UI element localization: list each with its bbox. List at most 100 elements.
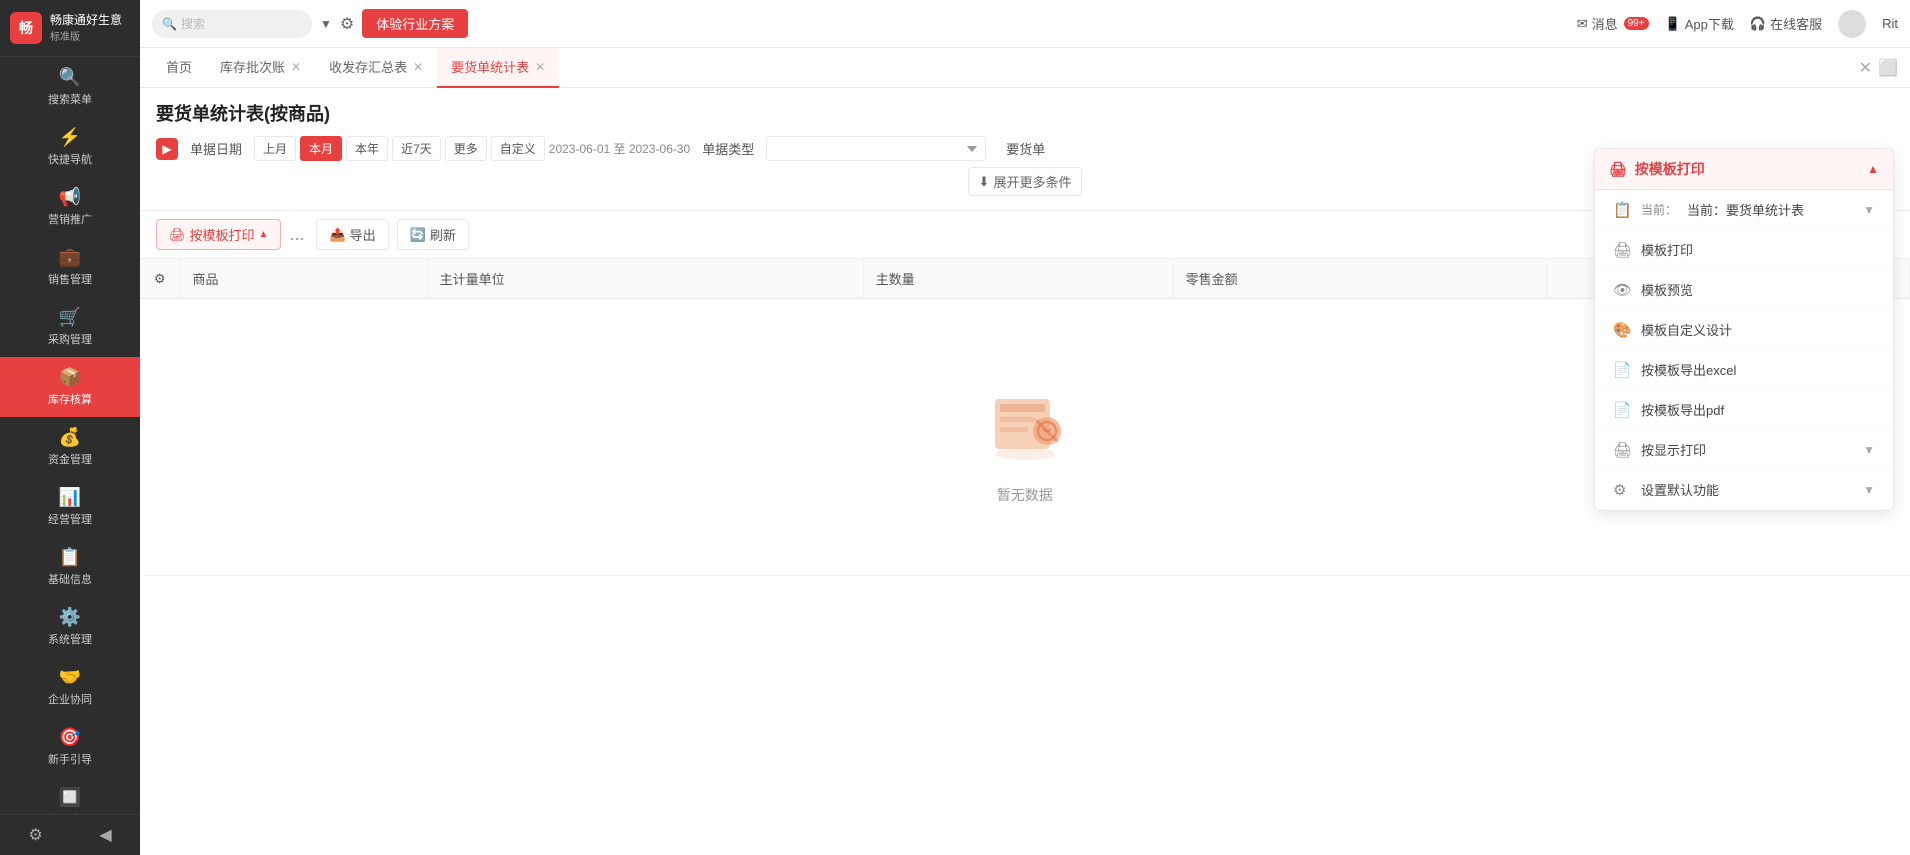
- topbar-gear-icon[interactable]: ⚙: [340, 14, 354, 34]
- topbar-left: 🔍 搜索 ▼ ⚙ 体验行业方案: [152, 9, 468, 38]
- page-header: 要货单统计表(按商品): [140, 88, 1910, 136]
- guide-label: 新手引导: [48, 751, 92, 767]
- current-template-name: 当前：要货单统计表: [1687, 200, 1804, 219]
- col-product: 商品: [180, 259, 427, 299]
- sidebar-item-system[interactable]: ⚙️ 系统管理: [0, 597, 140, 657]
- finance-icon: 💰: [59, 427, 81, 448]
- inventory-icon: 📦: [59, 367, 81, 388]
- avatar[interactable]: [1838, 10, 1866, 38]
- page-title: 要货单统计表(按商品): [156, 100, 1894, 126]
- template-preview-item[interactable]: 👁 模板预览: [1595, 270, 1893, 310]
- sidebar-item-shortcut[interactable]: ⚡ 快捷导航: [0, 117, 140, 177]
- sidebar-item-marketing[interactable]: 📢 营销推广: [0, 177, 140, 237]
- sidebar-item-finance[interactable]: 💰 资金管理: [0, 417, 140, 477]
- tab-close-order-summary[interactable]: ✕: [535, 60, 545, 74]
- search-placeholder: 搜索: [181, 15, 205, 32]
- template-preview-label: 模板预览: [1641, 280, 1693, 299]
- customer-service-item[interactable]: 🎧 在线客服: [1750, 14, 1822, 33]
- display-print-left: 🖨 按显示打印: [1613, 440, 1706, 459]
- tab-label-receipt-summary: 收发存汇总表: [329, 57, 407, 76]
- col-unit: 主计量单位: [427, 259, 863, 299]
- shortcut-label: 快捷导航: [48, 151, 92, 167]
- topbar: 🔍 搜索 ▼ ⚙ 体验行业方案 ✉ 消息 99+ 📱 App下载 🎧 在线客服 …: [140, 0, 1910, 48]
- export-btn[interactable]: 📤 导出: [316, 219, 388, 250]
- expand-icon: ⬇: [979, 174, 990, 190]
- sidebar-item-collab[interactable]: 🤝 企业协同: [0, 657, 140, 717]
- tab-inventory-batch[interactable]: 库存批次账✕: [206, 48, 315, 88]
- sidebar-item-basic[interactable]: 📋 基础信息: [0, 537, 140, 597]
- tab-close-receipt-summary[interactable]: ✕: [413, 60, 423, 74]
- export-excel-item[interactable]: 📄 按模板导出excel: [1595, 350, 1893, 390]
- date-btn-7days[interactable]: 近7天: [392, 136, 441, 161]
- date-btn-this-month[interactable]: 本月: [300, 136, 342, 161]
- sidebar-item-operation[interactable]: 📊 经营管理: [0, 477, 140, 537]
- close-window-icon[interactable]: ✕: [1859, 58, 1872, 78]
- refresh-btn[interactable]: 🔄 刷新: [397, 219, 469, 250]
- collab-icon: 🤝: [59, 667, 81, 688]
- display-print-label: 按显示打印: [1641, 440, 1706, 459]
- col-retail: 零售金额: [1173, 259, 1546, 299]
- logo-icon: 畅: [10, 12, 42, 44]
- col-qty: 主数量: [863, 259, 1173, 299]
- sidebar-item-search[interactable]: 🔍 搜索菜单: [0, 57, 140, 117]
- default-function-left: ⚙ 设置默认功能: [1613, 480, 1719, 499]
- message-badge: 99+: [1624, 17, 1649, 30]
- inventory-label: 库存核算: [48, 391, 92, 407]
- print-icon: 🖨: [169, 227, 186, 243]
- logo: 畅 畅康通好生意 标准版: [0, 0, 140, 57]
- export-label: 导出: [350, 225, 376, 244]
- message-item[interactable]: ✉ 消息 99+: [1577, 14, 1649, 33]
- topbar-dropdown-arrow[interactable]: ▼: [320, 17, 332, 31]
- more-options-dots[interactable]: ...: [289, 224, 304, 245]
- export-excel-icon: 📄: [1613, 361, 1631, 379]
- print-label: 按模板打印: [190, 225, 255, 244]
- display-print-item[interactable]: 🖨 按显示打印 ▼: [1595, 430, 1893, 470]
- export-pdf-label: 按模板导出pdf: [1641, 400, 1724, 419]
- default-function-item[interactable]: ⚙ 设置默认功能 ▼: [1595, 470, 1893, 510]
- settings-footer-icon[interactable]: ⚙: [28, 825, 42, 845]
- sidebar-item-sales[interactable]: 💼 销售管理: [0, 237, 140, 297]
- app-download-label: App下载: [1685, 14, 1734, 33]
- tab-receipt-summary[interactable]: 收发存汇总表 ✕: [315, 48, 437, 88]
- date-btn-custom[interactable]: 自定义: [491, 136, 545, 161]
- maximize-icon[interactable]: ⬜: [1878, 58, 1898, 78]
- industry-btn[interactable]: 体验行业方案: [362, 9, 468, 38]
- date-btn-more[interactable]: 更多: [445, 136, 487, 161]
- date-btn-last-month[interactable]: 上月: [254, 136, 296, 161]
- sidebar-item-apps[interactable]: 🔲 应用中心: [0, 777, 140, 814]
- dropdown-up-arrow[interactable]: ▲: [1867, 162, 1879, 176]
- dropdown-panel: 🖨 按模板打印 ▲ 📋 当前： 当前：要货单统计表 ▼ 🖨 模板打印 👁 模板预…: [1594, 148, 1894, 511]
- purchase-label: 采购管理: [48, 331, 92, 347]
- basic-icon: 📋: [59, 547, 81, 568]
- tab-home[interactable]: 首页: [152, 48, 206, 88]
- tab-close-inventory-batch[interactable]: ✕: [291, 60, 301, 74]
- tab-order-summary[interactable]: 要货单统计表✕: [437, 48, 559, 88]
- logo-sub: 标准版: [50, 28, 122, 43]
- purchase-icon: 🛒: [59, 307, 81, 328]
- date-btn-this-year[interactable]: 本年: [346, 136, 388, 161]
- col-settings[interactable]: ⚙: [140, 259, 180, 299]
- expand-btn[interactable]: ⬇ 展开更多条件: [968, 167, 1083, 196]
- marketing-icon: 📢: [59, 187, 81, 208]
- export-excel-label: 按模板导出excel: [1641, 360, 1736, 379]
- template-print-item[interactable]: 🖨 模板打印: [1595, 230, 1893, 270]
- dropdown-header-right: ▲: [1867, 162, 1879, 176]
- sidebar-item-purchase[interactable]: 🛒 采购管理: [0, 297, 140, 357]
- template-design-item[interactable]: 🎨 模板自定义设计: [1595, 310, 1893, 350]
- type-filter-select[interactable]: [766, 136, 986, 161]
- print-template-btn[interactable]: 🖨 按模板打印 ▲: [156, 219, 281, 250]
- window-buttons: ✕ ⬜: [1859, 58, 1898, 78]
- collapse-icon[interactable]: ◀: [99, 825, 111, 845]
- dropdown-header: 🖨 按模板打印 ▲: [1595, 149, 1893, 190]
- empty-text: 暂无数据: [997, 485, 1053, 505]
- sidebar-item-inventory[interactable]: 📦 库存核算: [0, 357, 140, 417]
- search-box: 🔍 搜索: [152, 10, 312, 38]
- tabs-bar: 首页库存批次账✕收发存汇总表✕要货单统计表✕ ✕ ⬜: [140, 48, 1910, 88]
- app-download-item[interactable]: 📱 App下载: [1665, 14, 1734, 33]
- filter-toggle-icon[interactable]: ▶: [156, 138, 178, 160]
- template-preview-icon: 👁: [1613, 281, 1631, 299]
- sidebar-item-guide[interactable]: 🎯 新手引导: [0, 717, 140, 777]
- refresh-label: 刷新: [430, 225, 456, 244]
- export-pdf-item[interactable]: 📄 按模板导出pdf: [1595, 390, 1893, 430]
- current-template-item[interactable]: 📋 当前： 当前：要货单统计表 ▼: [1595, 190, 1893, 230]
